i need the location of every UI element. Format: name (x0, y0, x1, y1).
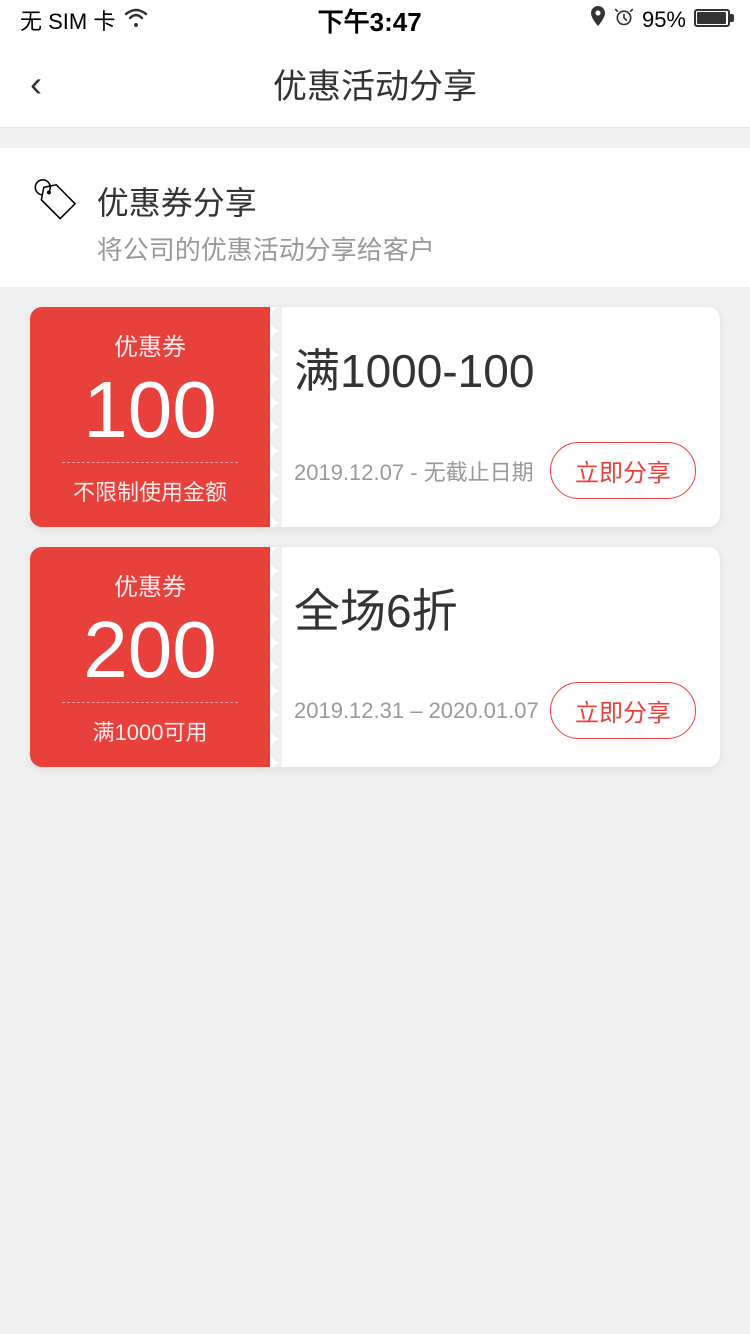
battery-icon (694, 7, 730, 33)
nav-bar: ‹ 优惠活动分享 (0, 40, 750, 128)
section-text: 优惠券分享 将公司的优惠活动分享给客户 (97, 178, 435, 267)
coupon-title-2: 全场6折 (294, 575, 696, 641)
coupon-amount-2: 200 (83, 610, 216, 690)
coupon-left-2: 优惠券 200 满1000可用 (30, 547, 270, 767)
coupon-left-1: 优惠券 100 不限制使用金额 (30, 307, 270, 527)
coupon-title-1: 满1000-100 (294, 335, 696, 401)
coupon-meta-1: 2019.12.07 - 无截止日期 立即分享 (294, 442, 696, 499)
coupon-list: 优惠券 100 不限制使用金额 满1000-100 2019.12.07 - 无… (0, 287, 750, 787)
wifi-icon (123, 7, 149, 33)
back-button[interactable]: ‹ (30, 63, 42, 105)
coupon-condition-1: 不限制使用金额 (73, 475, 227, 507)
battery-percent: 95% (642, 7, 686, 33)
alarm-icon (614, 6, 634, 34)
section-subtitle: 将公司的优惠活动分享给客户 (97, 230, 435, 267)
coupon-right-2: 全场6折 2019.12.31 – 2020.01.07 立即分享 (270, 547, 720, 767)
status-bar: 无 SIM 卡 下午3:47 95% (0, 0, 750, 40)
coupon-share-icon: 🏷 (30, 180, 81, 220)
location-icon (590, 6, 606, 34)
status-right: 95% (590, 6, 730, 34)
section-title: 优惠券分享 (97, 178, 435, 224)
sim-label: 无 SIM 卡 (20, 4, 115, 36)
coupon-label-1: 优惠券 (114, 327, 186, 362)
status-left: 无 SIM 卡 (20, 4, 149, 36)
coupon-date-2: 2019.12.31 – 2020.01.07 (294, 698, 539, 724)
coupon-card-2: 优惠券 200 满1000可用 全场6折 2019.12.31 – 2020.0… (30, 547, 720, 767)
share-button-2[interactable]: 立即分享 (550, 682, 696, 739)
coupon-amount-1: 100 (83, 370, 216, 450)
coupon-meta-2: 2019.12.31 – 2020.01.07 立即分享 (294, 682, 696, 739)
coupon-condition-2: 满1000可用 (93, 715, 208, 747)
section-header: 🏷 优惠券分享 将公司的优惠活动分享给客户 (0, 148, 750, 287)
coupon-card-1: 优惠券 100 不限制使用金额 满1000-100 2019.12.07 - 无… (30, 307, 720, 527)
status-time: 下午3:47 (318, 2, 422, 39)
page-title: 优惠活动分享 (273, 59, 477, 108)
coupon-right-1: 满1000-100 2019.12.07 - 无截止日期 立即分享 (270, 307, 720, 527)
coupon-divider-1 (62, 462, 238, 463)
share-button-1[interactable]: 立即分享 (550, 442, 696, 499)
coupon-label-2: 优惠券 (114, 567, 186, 602)
coupon-divider-2 (62, 702, 238, 703)
coupon-date-1: 2019.12.07 - 无截止日期 (294, 455, 534, 487)
